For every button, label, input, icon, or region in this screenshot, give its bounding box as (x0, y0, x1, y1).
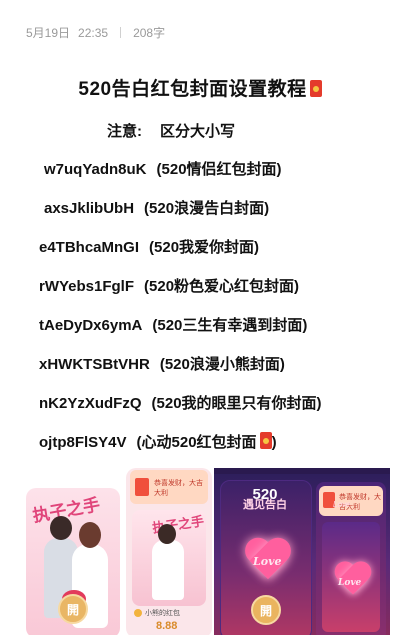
code-row[interactable]: axsJklibUbH (520浪漫告白封面) (44, 197, 269, 218)
cover-code[interactable]: e4TBhcaMnGI (39, 239, 139, 256)
cover-desc: (520浪漫小熊封面) (159, 356, 285, 373)
love-text: Love (338, 578, 362, 588)
cover-price: 8.88 (156, 620, 178, 632)
cover-code[interactable]: nK2YzXudFzQ (39, 395, 142, 412)
cover-code[interactable]: rWYebs1FglF (39, 278, 134, 295)
cover-preview-love[interactable]: 520 遇见告白 Love 開 恭喜发财，大吉大利 Love Love (214, 468, 390, 635)
cover-desc: (520浪漫告白封面) (144, 200, 270, 217)
banner-text: 恭喜发财，大吉大利 (154, 480, 203, 497)
code-row[interactable]: e4TBhcaMnGI (520我爱你封面) (39, 236, 259, 257)
article-meta: 5月19日 22:35 208字 (26, 24, 165, 41)
cover-desc: (520情侣红包封面) (156, 161, 282, 178)
cover-desc-end: ) (271, 434, 277, 451)
meta-divider (120, 27, 122, 38)
love-cover-thumbnail: Love (322, 522, 380, 632)
title-text: 520告白红包封面设置教程 (78, 79, 307, 100)
code-row[interactable]: ojtp8FlSY4V (心动520红包封面) (39, 431, 277, 452)
cover-code[interactable]: tAeDyDx6ymA (39, 317, 142, 334)
cover-headline: 520 遇见告白 (243, 487, 287, 511)
date-text: 5月19日 (26, 26, 71, 40)
code-row[interactable]: nK2YzXudFzQ (520我的眼里只有你封面) (39, 392, 322, 413)
code-row[interactable]: tAeDyDx6ymA (520三生有幸遇到封面) (39, 314, 307, 335)
cover-code[interactable]: axsJklibUbH (44, 200, 134, 217)
cover-code[interactable]: w7uqYadn8uK (44, 161, 147, 178)
cover-desc: (心动520红包封面 (136, 434, 257, 451)
word-count: 208字 (133, 26, 166, 40)
chat-envelope-banner: 恭喜发财，大吉大利 Love (319, 486, 383, 516)
code-row[interactable]: w7uqYadn8uK (520情侣红包封面) (44, 158, 282, 179)
love-text: Love (253, 555, 282, 568)
article-title: 520告白红包封面设置教程 (0, 74, 400, 101)
code-row[interactable]: rWYebs1FglF (520粉色爱心红包封面) (39, 275, 299, 296)
note-label: 注意: (107, 123, 142, 140)
headline-text: 遇见告白 (243, 499, 287, 511)
cover-brand: 小熊的红包 (134, 608, 180, 618)
open-envelope-button[interactable]: 開 (251, 595, 281, 625)
case-note: 注意: 区分大小写 (107, 120, 235, 141)
cover-desc: (520我的眼里只有你封面) (151, 395, 322, 412)
cover-desc: (520粉色爱心红包封面) (144, 278, 300, 295)
banner-sub-text: Love (333, 500, 351, 509)
love-cover-chat: 恭喜发财，大吉大利 Love Love (316, 482, 386, 635)
top-ribbon (214, 468, 390, 474)
cover-preview-couple[interactable]: 执子之手 開 (26, 488, 120, 635)
cover-thumbnail: 执子之手 (132, 510, 206, 606)
cover-code[interactable]: ojtp8FlSY4V (39, 434, 127, 451)
cover-code[interactable]: xHWKTSBtVHR (39, 356, 150, 373)
cover-gallery: 执子之手 開 恭喜发财，大吉大利 执子之手 小熊的红包 8.88 520 遇见告… (0, 468, 400, 635)
note-text: 区分大小写 (160, 123, 236, 140)
love-cover-main: 520 遇见告白 Love 開 (220, 480, 312, 635)
red-envelope-icon (135, 478, 149, 496)
brand-text: 小熊的红包 (145, 610, 180, 617)
code-row[interactable]: xHWKTSBtVHR (520浪漫小熊封面) (39, 353, 285, 374)
red-envelope-icon (309, 80, 322, 97)
cover-preview-chat[interactable]: 恭喜发财，大吉大利 执子之手 小熊的红包 8.88 (126, 468, 212, 635)
cover-desc: (520三生有幸遇到封面) (152, 317, 308, 334)
time-text: 22:35 (78, 25, 109, 40)
red-envelope-icon (259, 432, 272, 449)
chat-envelope-banner: 恭喜发财，大吉大利 (130, 470, 208, 504)
brand-dot-icon (134, 609, 142, 617)
open-envelope-button[interactable]: 開 (58, 594, 88, 624)
couple-illustration (152, 524, 184, 600)
cover-desc: (520我爱你封面) (149, 239, 260, 256)
